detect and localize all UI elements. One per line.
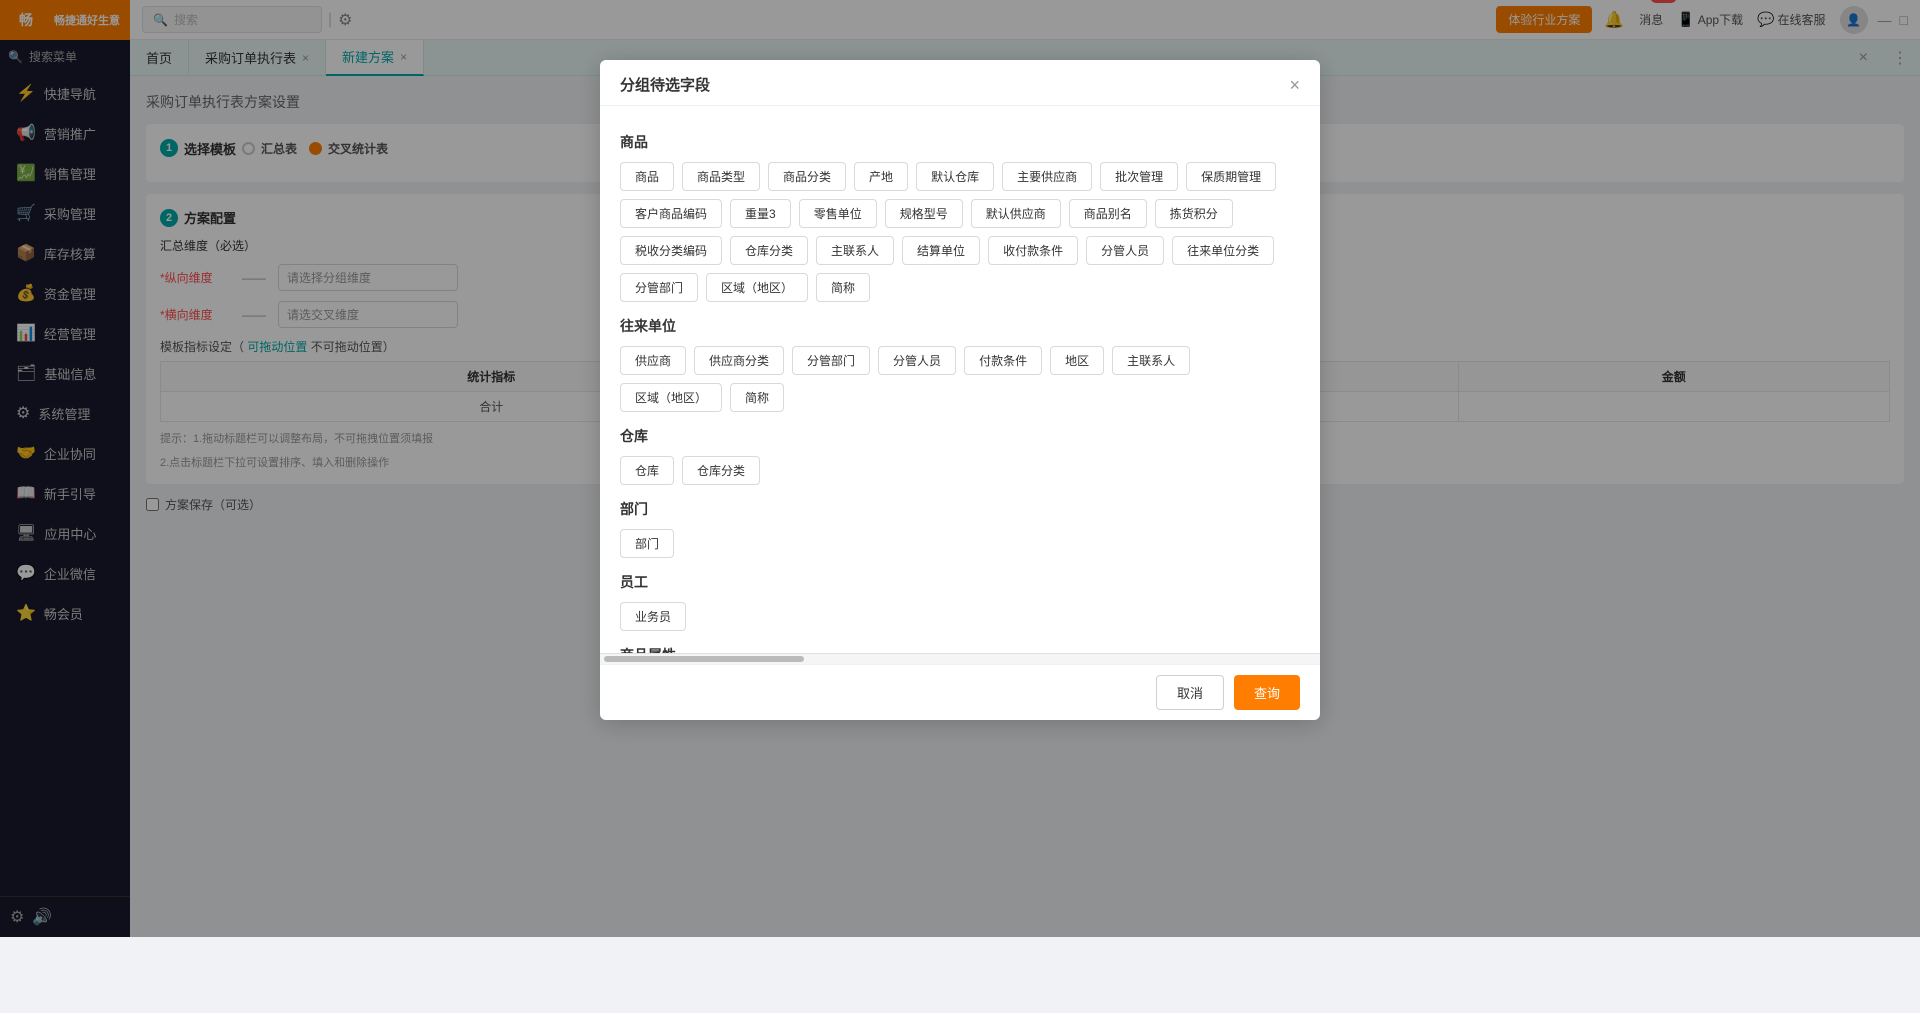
field-tag[interactable]: 税收分类编码 bbox=[620, 236, 722, 265]
section-title-attributes: 商品属性 bbox=[620, 645, 1300, 653]
field-tag[interactable]: 仓库分类 bbox=[730, 236, 808, 265]
field-tag[interactable]: 默认仓库 bbox=[916, 162, 994, 191]
field-tag[interactable]: 付款条件 bbox=[964, 346, 1042, 375]
field-tag[interactable]: 主联系人 bbox=[816, 236, 894, 265]
field-tag[interactable]: 分管人员 bbox=[878, 346, 956, 375]
field-tag[interactable]: 默认供应商 bbox=[971, 199, 1061, 228]
field-tag[interactable]: 规格型号 bbox=[885, 199, 963, 228]
modal-body: 商品 商品 商品类型 商品分类 产地 默认仓库 主要供应商 批次管理 保质期管理… bbox=[600, 106, 1320, 653]
field-tag[interactable]: 商品别名 bbox=[1069, 199, 1147, 228]
field-tag[interactable]: 供应商分类 bbox=[694, 346, 784, 375]
modal-close-button[interactable]: × bbox=[1289, 76, 1300, 94]
section-title-employee: 员工 bbox=[620, 572, 1300, 592]
field-tag[interactable]: 主联系人 bbox=[1112, 346, 1190, 375]
field-tag[interactable]: 简称 bbox=[816, 273, 870, 302]
field-tag[interactable]: 区域（地区） bbox=[706, 273, 808, 302]
modal-header: 分组待选字段 × bbox=[600, 60, 1320, 106]
field-tag[interactable]: 简称 bbox=[730, 383, 784, 412]
field-tag[interactable]: 拣货积分 bbox=[1155, 199, 1233, 228]
cancel-button[interactable]: 取消 bbox=[1156, 675, 1224, 710]
field-tag[interactable]: 供应商 bbox=[620, 346, 686, 375]
section-employee-fields: 业务员 bbox=[620, 602, 1300, 631]
field-tag[interactable]: 重量3 bbox=[730, 199, 791, 228]
field-tag[interactable]: 批次管理 bbox=[1100, 162, 1178, 191]
section-partner-fields: 供应商 供应商分类 分管部门 分管人员 付款条件 地区 主联系人 区域（地区） … bbox=[620, 346, 1300, 412]
modal: 分组待选字段 × 商品 商品 商品类型 商品分类 产地 默认仓库 主要供应商 批… bbox=[600, 60, 1320, 720]
field-tag[interactable]: 仓库 bbox=[620, 456, 674, 485]
field-tag[interactable]: 分管人员 bbox=[1086, 236, 1164, 265]
section-goods-fields: 商品 商品类型 商品分类 产地 默认仓库 主要供应商 批次管理 保质期管理 客户… bbox=[620, 162, 1300, 302]
modal-overlay: 分组待选字段 × 商品 商品 商品类型 商品分类 产地 默认仓库 主要供应商 批… bbox=[0, 0, 1920, 937]
section-dept-fields: 部门 bbox=[620, 529, 1300, 558]
field-tag[interactable]: 地区 bbox=[1050, 346, 1104, 375]
section-title-partner: 往来单位 bbox=[620, 316, 1300, 336]
field-tag[interactable]: 商品 bbox=[620, 162, 674, 191]
field-tag[interactable]: 客户商品编码 bbox=[620, 199, 722, 228]
modal-title: 分组待选字段 bbox=[620, 74, 710, 95]
field-tag[interactable]: 主要供应商 bbox=[1002, 162, 1092, 191]
section-title-dept: 部门 bbox=[620, 499, 1300, 519]
field-tag[interactable]: 商品分类 bbox=[768, 162, 846, 191]
field-tag[interactable]: 部门 bbox=[620, 529, 674, 558]
field-tag[interactable]: 商品类型 bbox=[682, 162, 760, 191]
modal-hscroll[interactable] bbox=[600, 653, 1320, 664]
field-tag[interactable]: 区域（地区） bbox=[620, 383, 722, 412]
field-tag[interactable]: 往来单位分类 bbox=[1172, 236, 1274, 265]
field-tag[interactable]: 收付款条件 bbox=[988, 236, 1078, 265]
field-tag[interactable]: 结算单位 bbox=[902, 236, 980, 265]
field-tag[interactable]: 产地 bbox=[854, 162, 908, 191]
modal-footer: 取消 查询 bbox=[600, 664, 1320, 720]
field-tag[interactable]: 零售单位 bbox=[799, 199, 877, 228]
field-tag[interactable]: 分管部门 bbox=[620, 273, 698, 302]
section-title-warehouse: 仓库 bbox=[620, 426, 1300, 446]
section-title-goods: 商品 bbox=[620, 132, 1300, 152]
section-warehouse-fields: 仓库 仓库分类 bbox=[620, 456, 1300, 485]
field-tag[interactable]: 分管部门 bbox=[792, 346, 870, 375]
field-tag[interactable]: 业务员 bbox=[620, 602, 686, 631]
field-tag[interactable]: 仓库分类 bbox=[682, 456, 760, 485]
confirm-button[interactable]: 查询 bbox=[1234, 675, 1300, 710]
field-tag[interactable]: 保质期管理 bbox=[1186, 162, 1276, 191]
hscroll-thumb[interactable] bbox=[604, 656, 804, 662]
